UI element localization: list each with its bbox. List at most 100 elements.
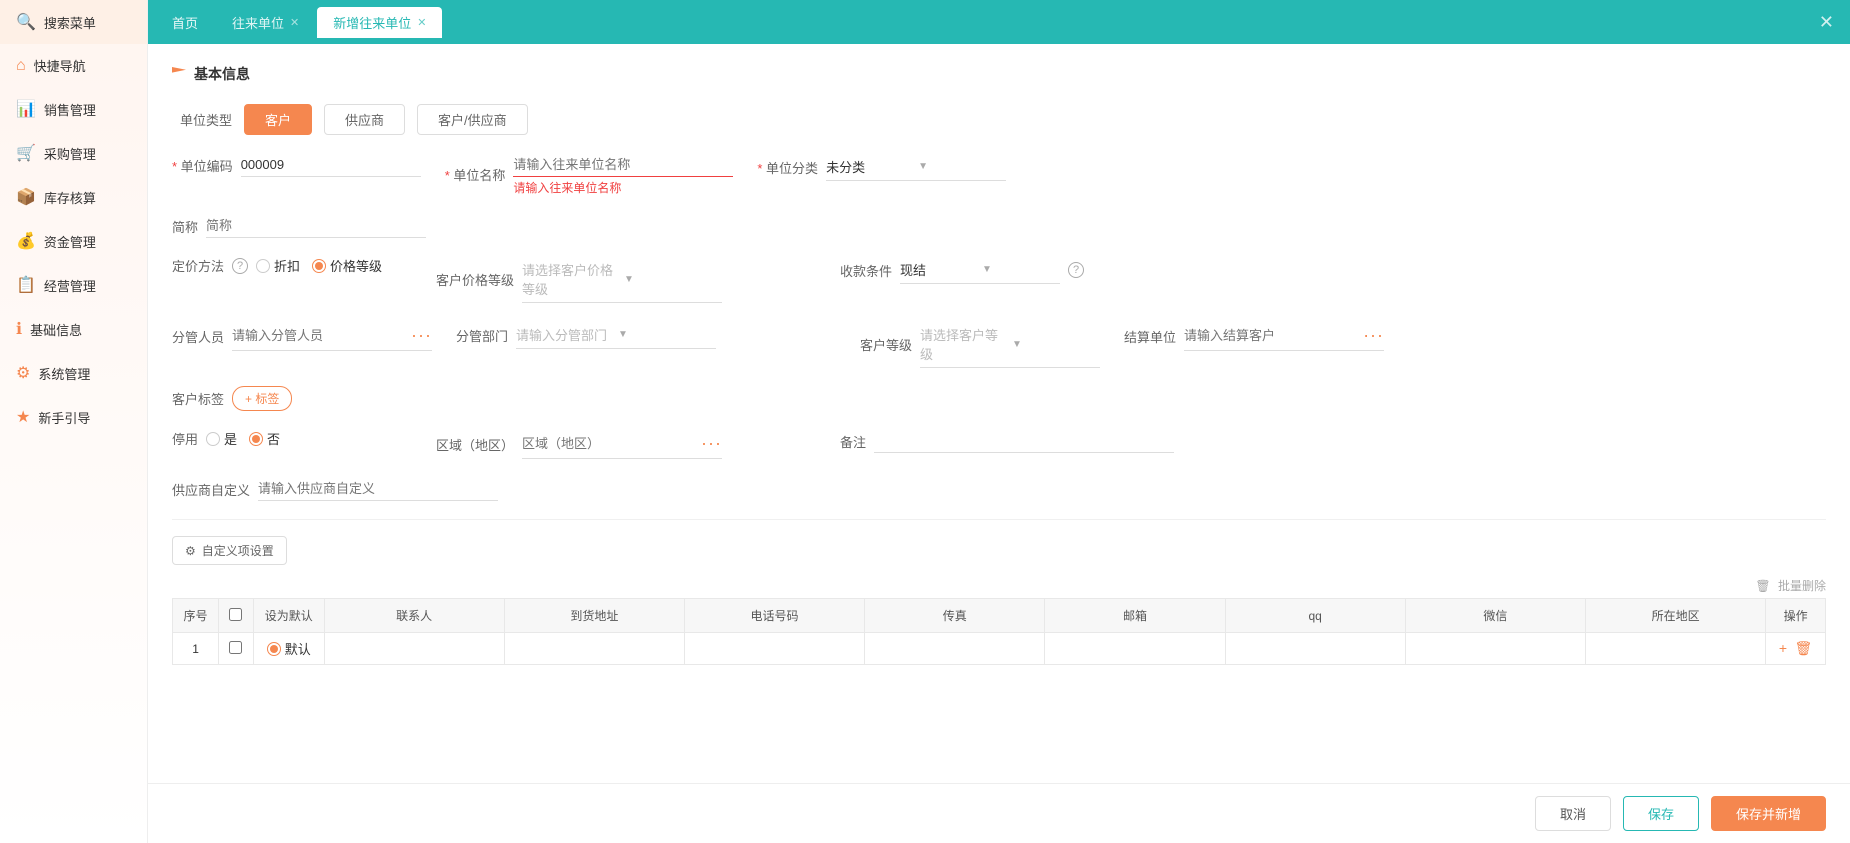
manager-input[interactable] <box>232 328 411 343</box>
disable-no[interactable]: 否 <box>249 429 280 448</box>
unit-type-customer[interactable]: 客户 <box>244 104 312 135</box>
payment-help-icon[interactable]: ? <box>1068 262 1084 278</box>
sidebar-item-basic-info[interactable]: ℹ 基础信息 <box>0 307 147 351</box>
sidebar-label-nav: 快捷导航 <box>34 56 86 75</box>
unit-category-label: 单位分类 <box>757 158 818 177</box>
unit-code-input[interactable] <box>241 153 421 177</box>
manager-label: 分管人员 <box>172 327 224 346</box>
tab-home[interactable]: 首页 <box>156 7 214 38</box>
address-input[interactable] <box>515 642 674 656</box>
save-button[interactable]: 保存 <box>1623 796 1699 831</box>
settlement-unit-more-btn[interactable]: ··· <box>1363 325 1384 346</box>
cell-checkbox <box>219 633 254 665</box>
col-fax: 传真 <box>865 599 1045 633</box>
email-input[interactable] <box>1055 642 1214 656</box>
disable-label: 停用 <box>172 429 198 448</box>
cell-address[interactable] <box>504 633 684 665</box>
pricing-method-label: 定价方法 <box>172 256 224 275</box>
sidebar-item-inventory[interactable]: 📦 库存核算 <box>0 175 147 219</box>
group-settlement-unit: 结算单位 ··· <box>1124 321 1384 351</box>
add-row-button[interactable]: + <box>1777 640 1789 656</box>
unit-type-supplier[interactable]: 供应商 <box>324 104 405 135</box>
tab-contacts[interactable]: 往来单位 ✕ <box>216 7 315 38</box>
col-phone: 电话号码 <box>684 599 864 633</box>
location-input[interactable] <box>1596 642 1755 656</box>
settlement-unit-input[interactable] <box>1184 328 1363 343</box>
cell-wechat[interactable] <box>1405 633 1585 665</box>
sidebar-item-guide[interactable]: ★ 新手引导 <box>0 395 147 439</box>
custom-settings-button[interactable]: ⚙ 自定义项设置 <box>172 536 287 565</box>
col-checkbox <box>219 599 254 633</box>
sidebar-item-sales[interactable]: 📊 销售管理 <box>0 87 147 131</box>
supplier-custom-input[interactable] <box>258 477 498 501</box>
qq-input[interactable] <box>1236 642 1395 656</box>
sidebar-label-sales: 销售管理 <box>44 100 96 119</box>
remark-input[interactable] <box>874 429 1174 453</box>
manager-more-btn[interactable]: ··· <box>411 325 432 346</box>
tab-new-contact[interactable]: 新增往来单位 ✕ <box>317 7 442 38</box>
unit-category-select[interactable]: 未分类 ▼ <box>826 153 1006 181</box>
contact-input[interactable] <box>335 642 494 656</box>
unit-name-label: 单位名称 <box>445 165 506 184</box>
tab-contacts-close[interactable]: ✕ <box>290 16 299 29</box>
customer-price-select[interactable]: 请选择客户价格等级 ▼ <box>522 256 722 303</box>
settlement-unit-label: 结算单位 <box>1124 327 1176 346</box>
cell-contact[interactable] <box>324 633 504 665</box>
disable-no-radio[interactable] <box>249 432 263 446</box>
batch-delete-label[interactable]: 批量删除 <box>1778 579 1826 593</box>
cell-phone[interactable] <box>684 633 864 665</box>
disable-yes-radio[interactable] <box>206 432 220 446</box>
sidebar-item-system[interactable]: ⚙ 系统管理 <box>0 351 147 395</box>
customer-level-select[interactable]: 请选择客户等级 ▼ <box>920 321 1100 368</box>
default-radio[interactable] <box>267 642 281 656</box>
phone-input[interactable] <box>695 642 854 656</box>
sidebar-item-search[interactable]: 🔍 搜索菜单 <box>0 0 147 44</box>
settings-gear-icon: ⚙ <box>185 544 196 558</box>
operations-icon: 📋 <box>16 275 36 295</box>
unit-type-both[interactable]: 客户/供应商 <box>417 104 528 135</box>
tab-new-contact-close[interactable]: ✕ <box>417 16 426 29</box>
region-more-btn[interactable]: ··· <box>701 433 722 454</box>
dept-placeholder: 请输入分管部门 <box>516 325 614 344</box>
region-input[interactable] <box>522 436 701 451</box>
cancel-button[interactable]: 取消 <box>1535 796 1611 831</box>
short-name-input[interactable] <box>206 214 426 238</box>
table-select-all[interactable] <box>229 608 242 621</box>
cell-qq[interactable] <box>1225 633 1405 665</box>
unit-name-input[interactable] <box>513 153 733 177</box>
pricing-help-icon[interactable]: ? <box>232 258 248 274</box>
save-and-new-button[interactable]: 保存并新增 <box>1711 796 1826 831</box>
sidebar-item-operations[interactable]: 📋 经营管理 <box>0 263 147 307</box>
group-unit-code: 单位编码 <box>172 153 421 177</box>
row-disable-region: 停用 是 否 区域（地区） ··· <box>172 429 1826 459</box>
sidebar-label-operations: 经营管理 <box>44 276 96 295</box>
search-icon: 🔍 <box>16 12 36 32</box>
pricing-discount[interactable]: 折扣 <box>256 256 300 275</box>
sidebar-item-purchase[interactable]: 🛒 采购管理 <box>0 131 147 175</box>
supplier-custom-label: 供应商自定义 <box>172 480 250 499</box>
wechat-input[interactable] <box>1416 642 1575 656</box>
row-checkbox[interactable] <box>229 641 242 654</box>
pricing-level-radio[interactable] <box>312 259 326 273</box>
dept-select[interactable]: 请输入分管部门 ▼ <box>516 321 716 349</box>
window-close-button[interactable]: ✕ <box>1811 12 1842 33</box>
sidebar-item-nav[interactable]: ⌂ 快捷导航 <box>0 44 147 87</box>
delete-row-button[interactable]: 🗑 <box>1792 640 1814 656</box>
pricing-level[interactable]: 价格等级 <box>312 256 382 275</box>
bottom-bar: 取消 保存 保存并新增 <box>148 783 1850 843</box>
cell-location[interactable] <box>1585 633 1765 665</box>
pricing-discount-radio[interactable] <box>256 259 270 273</box>
cell-email[interactable] <box>1045 633 1225 665</box>
cell-actions: + 🗑 <box>1766 633 1826 665</box>
payment-terms-select[interactable]: 现结 ▼ <box>900 256 1060 284</box>
dept-label: 分管部门 <box>456 326 508 345</box>
add-tag-button[interactable]: + 标签 <box>232 386 292 411</box>
disable-yes[interactable]: 是 <box>206 429 237 448</box>
cell-seq: 1 <box>173 633 219 665</box>
col-default: 设为默认 <box>253 599 324 633</box>
fax-input[interactable] <box>875 642 1034 656</box>
sidebar-item-finance[interactable]: 💰 资金管理 <box>0 219 147 263</box>
cell-fax[interactable] <box>865 633 1045 665</box>
inventory-icon: 📦 <box>16 187 36 207</box>
custom-settings-label: 自定义项设置 <box>202 542 274 559</box>
